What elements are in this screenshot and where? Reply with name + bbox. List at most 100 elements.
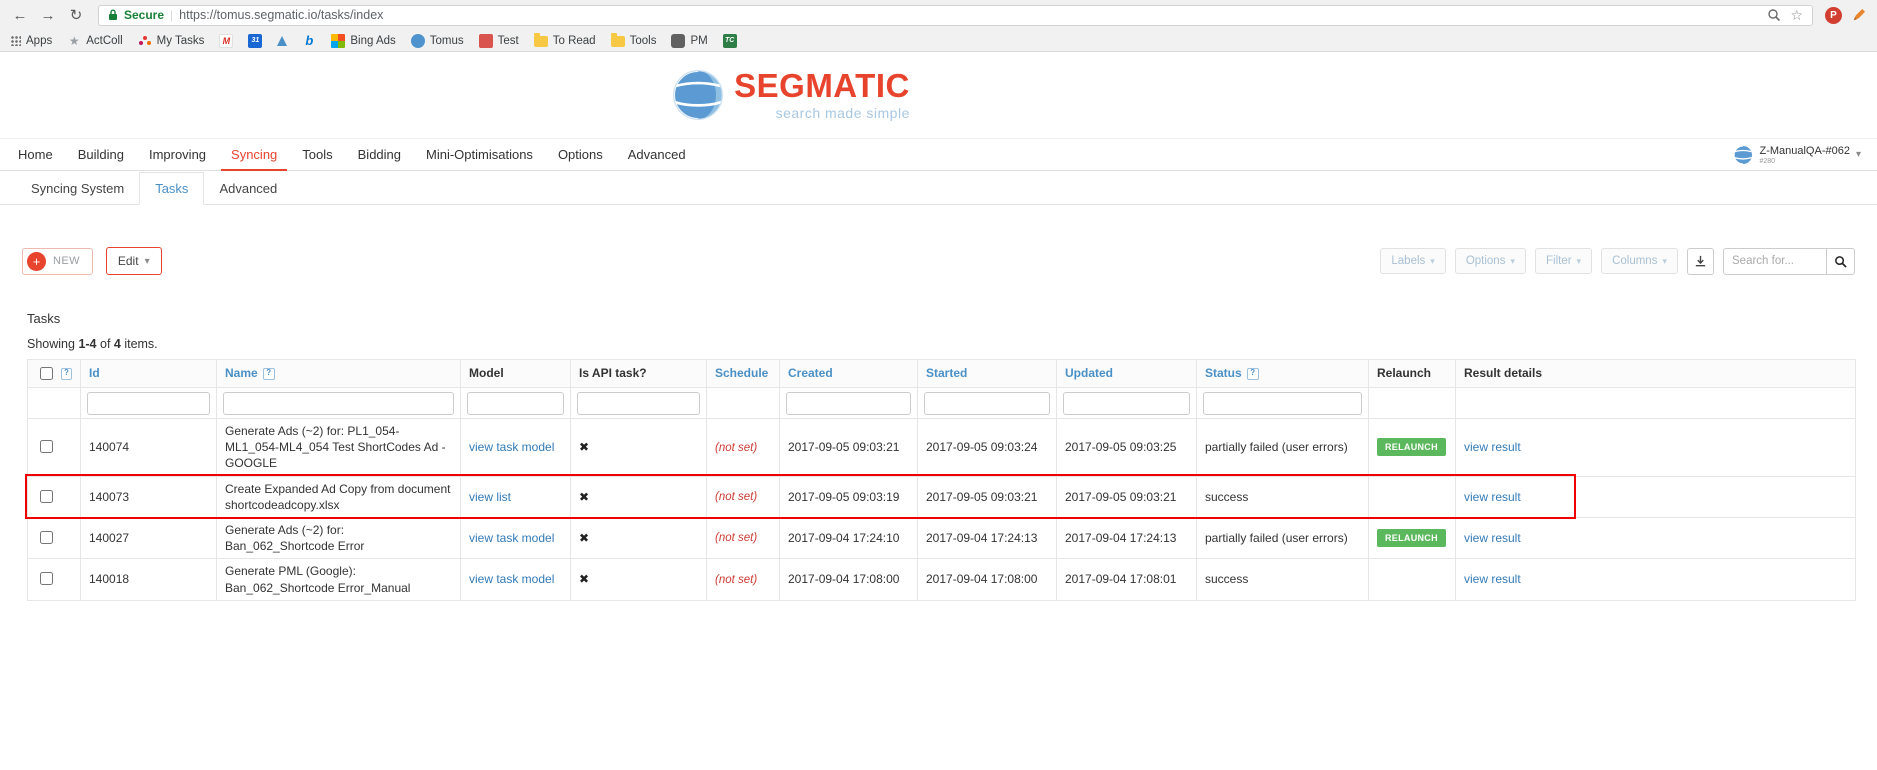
view-result-link[interactable]: view result xyxy=(1464,440,1521,454)
filter-model-input[interactable] xyxy=(467,391,564,415)
task-name: Generate PML (Google): Ban_062_Shortcode… xyxy=(216,558,461,601)
sort-schedule-link[interactable]: Schedule xyxy=(715,366,768,380)
secure-label: Secure xyxy=(124,8,165,22)
cross-icon: ✖ xyxy=(579,531,590,546)
sort-started-link[interactable]: Started xyxy=(926,366,967,380)
help-icon[interactable]: ? xyxy=(262,367,275,380)
started-value: 2017-09-04 17:08:00 xyxy=(917,558,1057,601)
bookmark-tomus[interactable]: Tomus xyxy=(410,33,464,48)
sort-created-link[interactable]: Created xyxy=(788,366,833,380)
view-result-link[interactable]: view result xyxy=(1464,572,1521,586)
subnav-advanced[interactable]: Advanced xyxy=(204,173,292,204)
table-header-row: ? Id Name? Model Is API task? Schedule C… xyxy=(27,359,1856,388)
subnav-tasks[interactable]: Tasks xyxy=(139,172,205,205)
nav-mini-optimisations[interactable]: Mini-Optimisations xyxy=(424,139,535,170)
status-value: success xyxy=(1196,558,1369,601)
select-all-checkbox[interactable] xyxy=(40,367,53,380)
view-model-link[interactable]: view task model xyxy=(469,531,554,545)
view-list-link[interactable]: view list xyxy=(469,490,511,504)
subnav-syncing-system[interactable]: Syncing System xyxy=(16,173,139,204)
filter-started-input[interactable] xyxy=(924,391,1050,415)
bookmark-test[interactable]: Test xyxy=(478,33,519,48)
view-result-link[interactable]: view result xyxy=(1464,531,1521,545)
relaunch-button[interactable]: RELAUNCH xyxy=(1377,529,1446,548)
nav-home[interactable]: Home xyxy=(16,139,55,170)
sort-updated-link[interactable]: Updated xyxy=(1065,366,1113,380)
created-value: 2017-09-05 09:03:21 xyxy=(779,418,918,477)
address-bar[interactable]: Secure | https://tomus.segmatic.io/tasks… xyxy=(98,4,1813,26)
filter-created-input[interactable] xyxy=(786,391,911,415)
user-menu[interactable]: Z-ManualQA-#062 #280 ▾ xyxy=(1733,139,1861,170)
row-checkbox[interactable] xyxy=(40,572,53,586)
nav-bidding[interactable]: Bidding xyxy=(356,139,403,170)
nav-options[interactable]: Options xyxy=(556,139,605,170)
row-checkbox[interactable] xyxy=(40,531,53,545)
nav-improving[interactable]: Improving xyxy=(147,139,208,170)
task-row: 140018 Generate PML (Google): Ban_062_Sh… xyxy=(27,558,1856,601)
nav-tools[interactable]: Tools xyxy=(300,139,334,170)
bookmark-label: PM xyxy=(690,34,708,47)
bookmark-my-tasks[interactable]: My Tasks xyxy=(138,34,204,48)
options-label: Options xyxy=(1465,255,1506,267)
sort-status-link[interactable]: Status xyxy=(1205,365,1242,381)
sort-name-link[interactable]: Name xyxy=(225,365,258,381)
help-icon[interactable]: ? xyxy=(61,367,72,380)
dots-icon xyxy=(138,34,152,48)
view-model-link[interactable]: view task model xyxy=(469,440,554,454)
new-button[interactable]: + NEW xyxy=(22,247,93,275)
bookmark-tc[interactable]: TC xyxy=(722,33,737,48)
nav-syncing[interactable]: Syncing xyxy=(220,139,288,171)
relaunch-button[interactable]: RELAUNCH xyxy=(1377,438,1446,457)
triangle-icon xyxy=(277,35,288,46)
url-text: https://tomus.segmatic.io/tasks/index xyxy=(179,8,384,22)
calendar-icon: 31 xyxy=(248,33,263,48)
cross-icon: ✖ xyxy=(579,489,590,504)
bookmark-pm[interactable]: PM xyxy=(671,33,708,48)
refresh-icon[interactable]: ↻ xyxy=(66,8,86,23)
bookmark-bing-ads[interactable]: Bing Ads xyxy=(331,33,396,48)
forward-icon[interactable]: → xyxy=(38,8,58,23)
summary-text: Showing xyxy=(27,337,79,351)
nav-building[interactable]: Building xyxy=(76,139,126,170)
download-button[interactable] xyxy=(1687,247,1714,275)
bookmark-bing[interactable]: b xyxy=(302,33,316,48)
help-icon[interactable]: ? xyxy=(1246,367,1259,380)
extension-pencil-icon[interactable] xyxy=(1850,7,1867,24)
bookmark-to-read[interactable]: To Read xyxy=(533,33,596,47)
view-result-link[interactable]: view result xyxy=(1464,490,1521,504)
bookmark-actcoll[interactable]: ActColl xyxy=(67,34,122,48)
pm-icon xyxy=(671,33,686,48)
filter-updated-input[interactable] xyxy=(1063,391,1190,415)
extension-p-icon[interactable]: P xyxy=(1825,6,1842,24)
started-value: 2017-09-05 09:03:21 xyxy=(917,475,1057,518)
sort-id-link[interactable]: Id xyxy=(89,366,100,380)
chevron-down-icon: ▾ xyxy=(1855,149,1861,160)
filter-id-input[interactable] xyxy=(87,391,210,415)
row-checkbox[interactable] xyxy=(40,489,53,503)
edit-button[interactable]: Edit ▾ xyxy=(105,247,162,275)
nav-advanced[interactable]: Advanced xyxy=(626,139,688,170)
back-icon[interactable]: ← xyxy=(10,8,30,23)
columns-dropdown[interactable]: Columns ▾ xyxy=(1601,248,1678,274)
bookmark-calendar[interactable]: 31 xyxy=(248,33,263,48)
bookmark-star-icon[interactable]: ☆ xyxy=(1790,8,1803,22)
page-title: Tasks xyxy=(27,311,61,326)
filter-name-input[interactable] xyxy=(223,391,454,415)
bookmark-tools[interactable]: Tools xyxy=(610,33,656,47)
bookmark-analytics[interactable] xyxy=(277,35,288,46)
labels-dropdown[interactable]: Labels ▾ xyxy=(1380,248,1446,274)
search-input[interactable] xyxy=(1723,247,1827,275)
cross-icon: ✖ xyxy=(579,440,590,455)
filter-api-input[interactable] xyxy=(577,391,700,415)
search-button[interactable] xyxy=(1827,247,1855,275)
bookmark-apps[interactable]: Apps xyxy=(10,35,52,47)
items-summary: Showing 1-4 of 4 items. xyxy=(27,337,1850,351)
row-checkbox[interactable] xyxy=(40,440,53,454)
address-separator: | xyxy=(170,8,174,22)
filter-dropdown[interactable]: Filter ▾ xyxy=(1534,248,1593,274)
bookmark-gmail[interactable]: M xyxy=(219,33,234,48)
options-dropdown[interactable]: Options ▾ xyxy=(1454,248,1526,274)
zoom-icon[interactable] xyxy=(1767,8,1781,22)
filter-status-input[interactable] xyxy=(1203,391,1362,415)
view-model-link[interactable]: view task model xyxy=(469,572,554,586)
